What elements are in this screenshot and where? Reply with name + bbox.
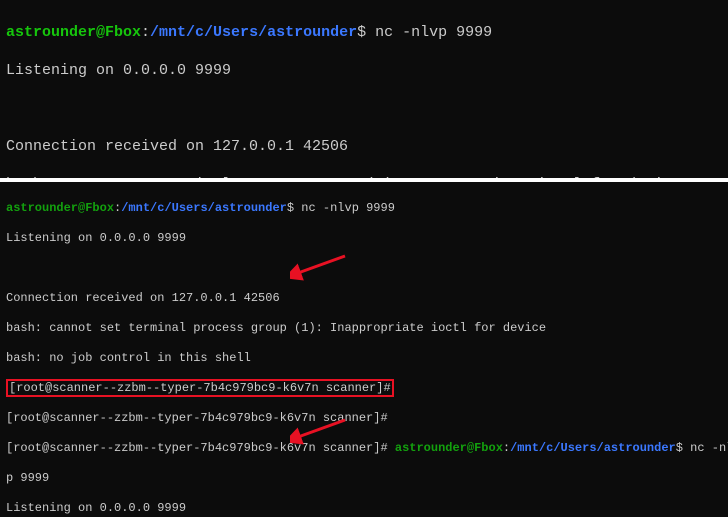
- prompt-user: astrounder@Fbox: [395, 441, 503, 455]
- prompt-sep: :: [141, 24, 150, 41]
- prompt-user: astrounder@Fbox: [6, 24, 141, 41]
- output-line: bash: no job control in this shell: [6, 351, 722, 366]
- output-line: Listening on 0.0.0.0 9999: [6, 501, 722, 516]
- prompt-dollar: $: [676, 441, 690, 455]
- shell-prompt-prefix: [root@scanner--zzbm--typer-7b4c979bc9-k6…: [6, 441, 395, 455]
- output-line: Listening on 0.0.0.0 9999: [6, 231, 722, 246]
- terminal-bottom: astrounder@Fbox:/mnt/c/Users/astrounder$…: [0, 182, 728, 517]
- output-line: Listening on 0.0.0.0 9999: [6, 61, 722, 80]
- red-highlight-box: [root@scanner--zzbm--typer-7b4c979bc9-k6…: [6, 379, 394, 397]
- prompt-path: /mnt/c/Users/astrounder: [150, 24, 357, 41]
- command-text[interactable]: nc -nlvp 9999: [301, 201, 395, 215]
- prompt-dollar: $: [287, 201, 301, 215]
- highlighted-prompt: [root@scanner--zzbm--typer-7b4c979bc9-k6…: [6, 381, 722, 396]
- shell-prompt[interactable]: [root@scanner--zzbm--typer-7b4c979bc9-k6…: [6, 411, 722, 426]
- prompt-line: astrounder@Fbox:/mnt/c/Users/astrounder$…: [6, 201, 722, 216]
- output-line: Connection received on 127.0.0.1 42506: [6, 137, 722, 156]
- output-line: bash: cannot set terminal process group …: [6, 175, 722, 178]
- prompt-line: astrounder@Fbox:/mnt/c/Users/astrounder$…: [6, 23, 722, 42]
- output-line: bash: cannot set terminal process group …: [6, 321, 722, 336]
- prompt-dollar: $: [357, 24, 375, 41]
- output-line: Connection received on 127.0.0.1 42506: [6, 291, 722, 306]
- prompt-line: [root@scanner--zzbm--typer-7b4c979bc9-k6…: [6, 441, 722, 456]
- terminal-top: astrounder@Fbox:/mnt/c/Users/astrounder$…: [0, 0, 728, 178]
- prompt-user: astrounder@Fbox: [6, 201, 114, 215]
- command-text[interactable]: nc -nlv: [690, 441, 728, 455]
- command-text[interactable]: nc -nlvp 9999: [375, 24, 492, 41]
- prompt-path: /mnt/c/Users/astrounder: [510, 441, 676, 455]
- prompt-path: /mnt/c/Users/astrounder: [121, 201, 287, 215]
- output-line: p 9999: [6, 471, 722, 486]
